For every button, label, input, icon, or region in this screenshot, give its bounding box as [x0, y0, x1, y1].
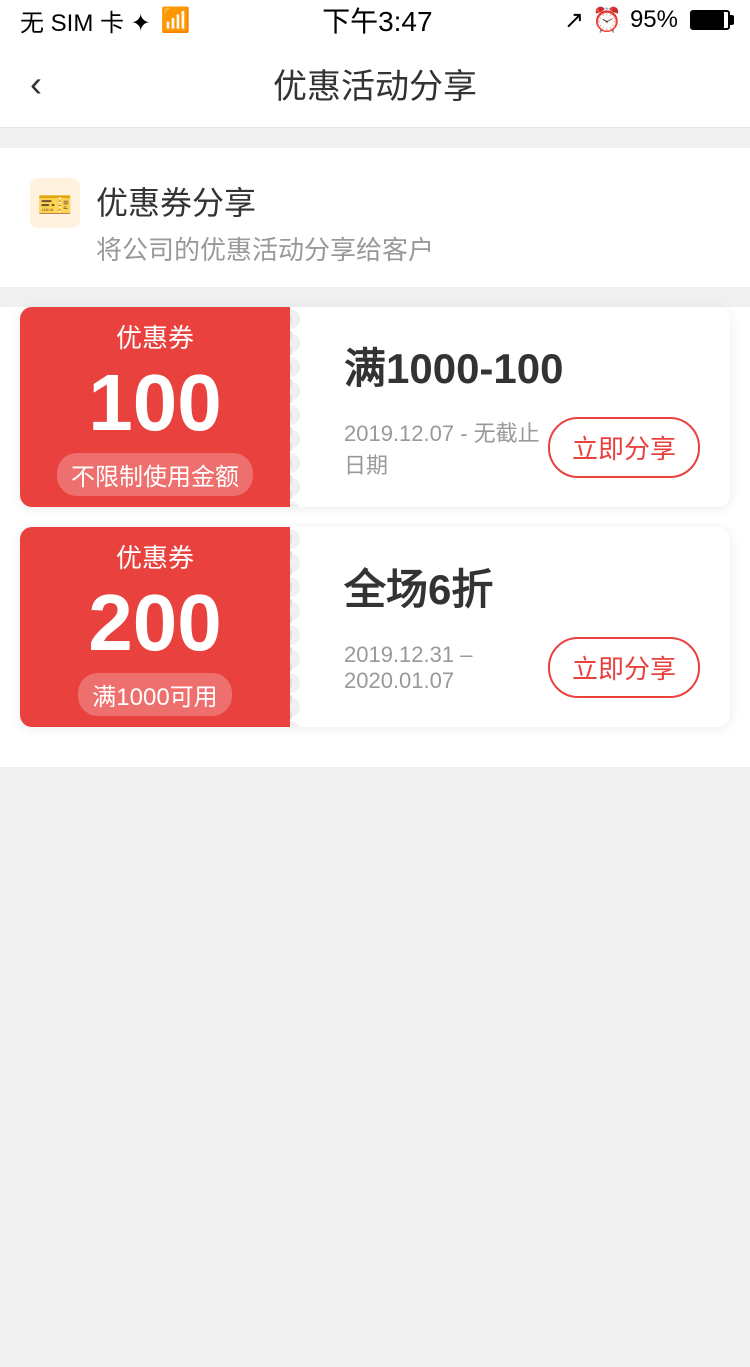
coupon-left-2: 优惠券 200 满1000可用	[20, 527, 290, 727]
coupon-amount-1: 100	[88, 363, 221, 443]
svg-text:🎫: 🎫	[38, 189, 73, 220]
back-button[interactable]: ‹	[30, 63, 42, 105]
coupon-divider-2	[290, 527, 314, 727]
status-right: ↗ ⏰ 95%	[564, 6, 730, 35]
status-bar: 无 SIM 卡 ✦ 📶 下午3:47 ↗ ⏰ 95%	[0, 0, 750, 40]
coupon-condition-1: 不限制使用金额	[57, 453, 253, 496]
coupon-label-1: 优惠券	[116, 318, 194, 355]
status-left: 无 SIM 卡 ✦ 📶	[20, 3, 191, 38]
coupon-label-2: 优惠券	[116, 538, 194, 575]
section-text: 优惠券分享 将公司的优惠活动分享给客户	[96, 178, 434, 267]
coupon-date-1: 2019.12.07 - 无截止日期	[344, 416, 548, 480]
status-time: 下午3:47	[322, 0, 433, 40]
sim-label: 无 SIM 卡 ✦	[20, 3, 151, 38]
coupon-meta-2: 2019.12.31 – 2020.01.07 立即分享	[344, 637, 700, 698]
section-icon: 🎫	[30, 178, 80, 228]
wifi-icon: 📶	[161, 6, 191, 35]
coupon-amount-2: 200	[88, 583, 221, 663]
section-subtitle: 将公司的优惠活动分享给客户	[96, 230, 434, 267]
coupon-left-1: 优惠券 100 不限制使用金额	[20, 307, 290, 507]
battery-icon	[690, 10, 730, 30]
coupon-name-2: 全场6折	[344, 556, 700, 617]
section-title: 优惠券分享	[96, 178, 434, 224]
coupon-right-2: 全场6折 2019.12.31 – 2020.01.07 立即分享	[314, 527, 730, 727]
section-header: 🎫 优惠券分享 将公司的优惠活动分享给客户	[0, 148, 750, 287]
share-button-2[interactable]: 立即分享	[548, 637, 700, 698]
share-button-1[interactable]: 立即分享	[548, 417, 700, 478]
coupon-meta-1: 2019.12.07 - 无截止日期 立即分享	[344, 416, 700, 480]
alarm-icon: ⏰	[592, 6, 622, 35]
page-title: 优惠活动分享	[273, 59, 477, 108]
background-fill	[0, 767, 750, 1367]
coupon-condition-2: 满1000可用	[78, 673, 231, 716]
location-icon: ↗	[564, 6, 584, 35]
nav-bar: ‹ 优惠活动分享	[0, 40, 750, 128]
coupon-name-1: 满1000-100	[344, 335, 700, 396]
coupon-card-2: 优惠券 200 满1000可用 全场6折 2019.12.31 – 2020.0…	[20, 527, 730, 727]
coupon-divider-1	[290, 307, 314, 507]
battery-percent: 95%	[630, 6, 678, 34]
coupon-card-1: 优惠券 100 不限制使用金额 满1000-100 2019.12.07 - 无…	[20, 307, 730, 507]
coupon-date-2: 2019.12.31 – 2020.01.07	[344, 642, 548, 694]
coupon-right-1: 满1000-100 2019.12.07 - 无截止日期 立即分享	[314, 307, 730, 507]
coupon-list: 优惠券 100 不限制使用金额 满1000-100 2019.12.07 - 无…	[0, 307, 750, 767]
